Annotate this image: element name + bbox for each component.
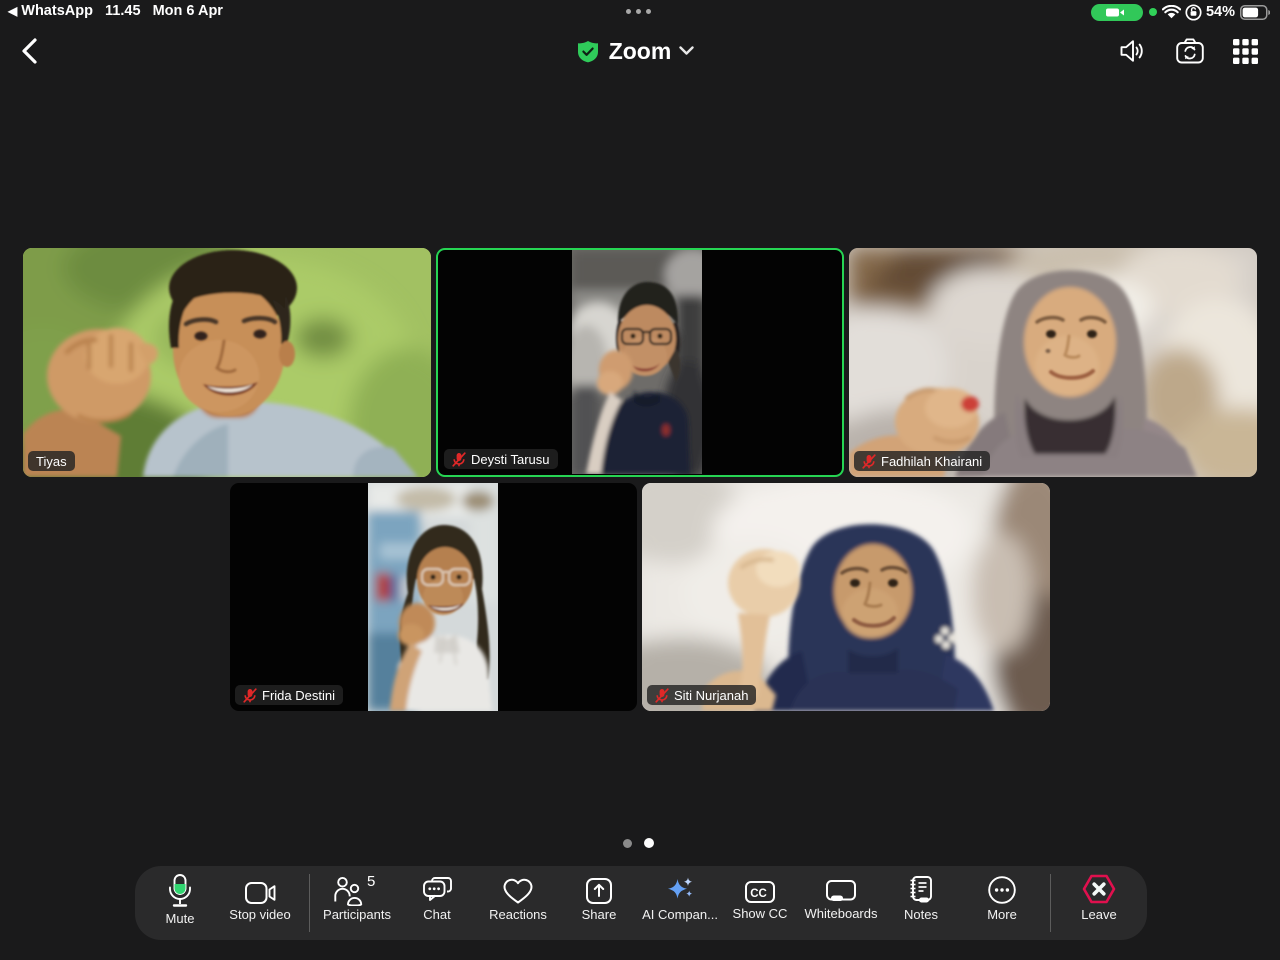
- svg-text:CC: CC: [750, 888, 767, 900]
- svg-text:5: 5: [367, 876, 375, 890]
